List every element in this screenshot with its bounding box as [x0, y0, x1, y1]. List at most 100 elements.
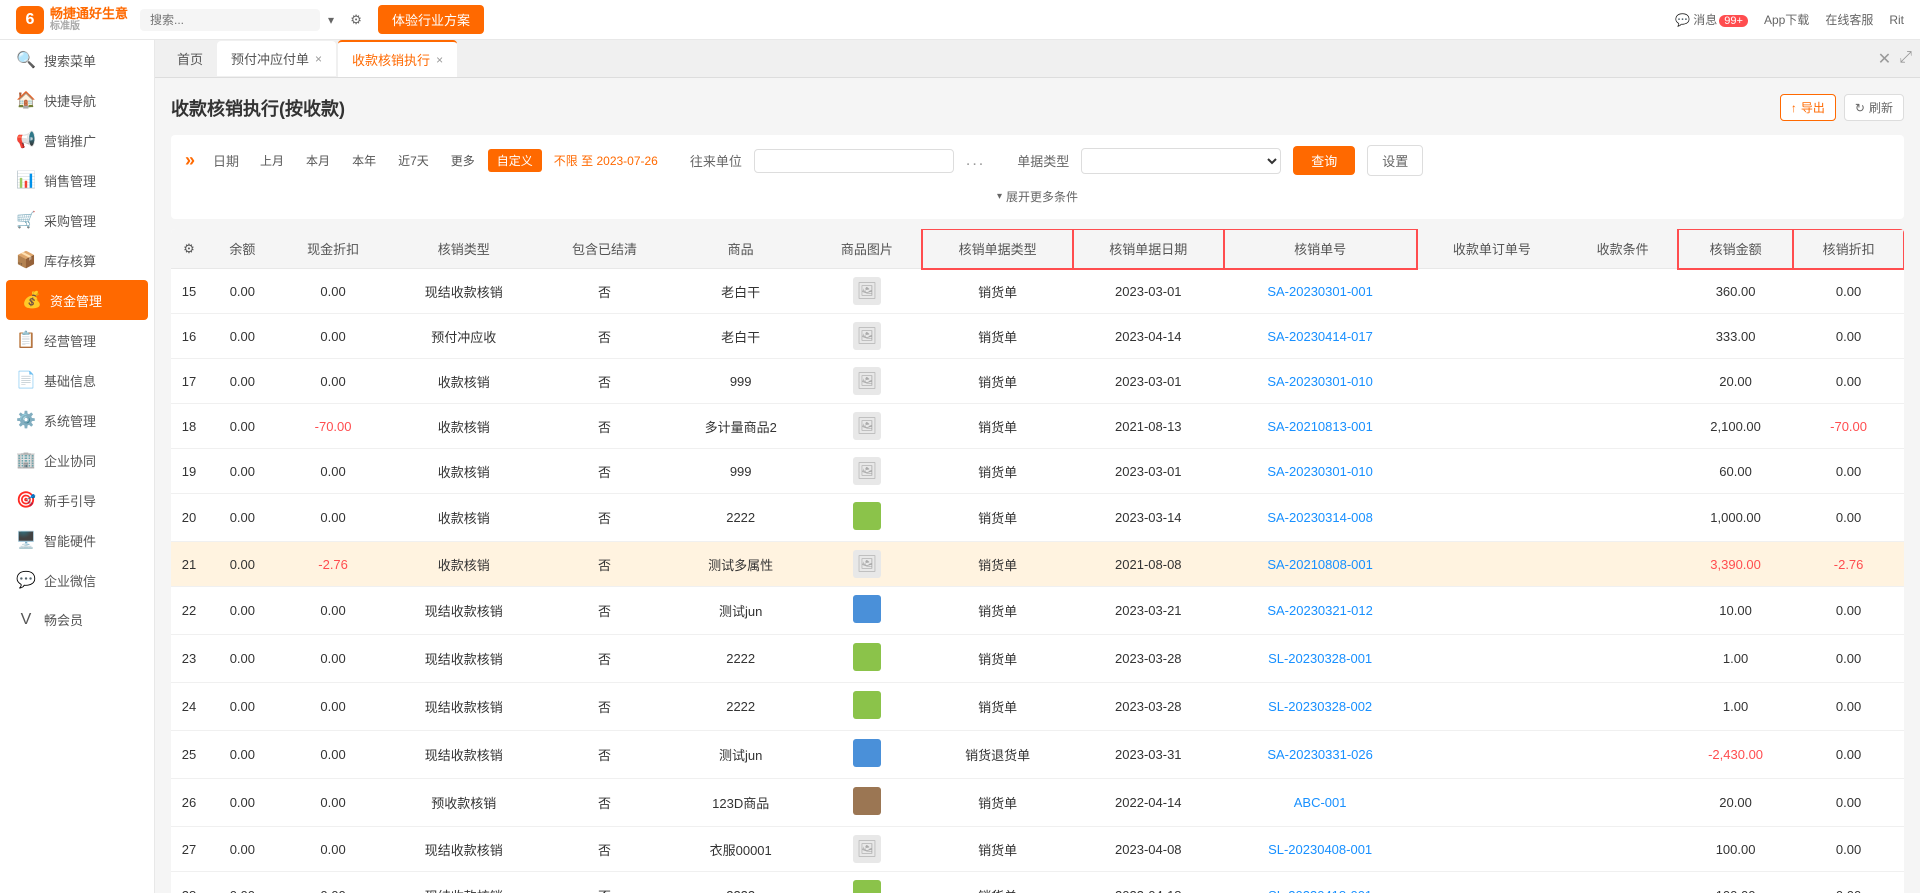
- table-row: 21 0.00 -2.76 收款核销 否 测试多属性 🖼 销货单 2021-08…: [171, 542, 1904, 587]
- setting-button[interactable]: 设置: [1367, 145, 1423, 176]
- sidebar-item-smart-hw[interactable]: 🖥️ 智能硬件: [0, 520, 154, 560]
- cell-doc-type: 销货单: [922, 542, 1073, 587]
- query-button[interactable]: 查询: [1293, 146, 1355, 175]
- cell-goods: 999: [670, 449, 812, 494]
- tab2-close[interactable]: ×: [436, 53, 443, 67]
- cell-discount: 0.00: [1793, 494, 1904, 542]
- sidebar-label-sales: 销售管理: [44, 171, 96, 190]
- sidebar-item-sales[interactable]: 📊 销售管理: [0, 160, 154, 200]
- filter-toggle-arrow[interactable]: »: [185, 150, 195, 171]
- doc-type-select[interactable]: [1081, 148, 1281, 174]
- customer-service[interactable]: 在线客服: [1825, 11, 1873, 28]
- doc-no-link[interactable]: SL-20230328-001: [1268, 651, 1372, 666]
- expand-more[interactable]: ▾ 展开更多条件: [185, 184, 1890, 209]
- sidebar-item-business[interactable]: 📋 经营管理: [0, 320, 154, 360]
- cell-balance: 0.00: [207, 635, 278, 683]
- top-search-input[interactable]: [140, 9, 320, 31]
- doc-no-link[interactable]: SA-20210813-001: [1267, 419, 1373, 434]
- doc-no-link[interactable]: ABC-001: [1294, 795, 1347, 810]
- doc-no-link[interactable]: SA-20230314-008: [1267, 510, 1373, 525]
- cell-discount: 0.00: [1793, 683, 1904, 731]
- cell-balance: 0.00: [207, 731, 278, 779]
- message-icon[interactable]: 💬 消息99+: [1675, 11, 1748, 28]
- sidebar-item-marketing[interactable]: 📢 营销推广: [0, 120, 154, 160]
- cell-doc-no: SA-20230321-012: [1224, 587, 1417, 635]
- cell-doc-type: 销货单: [922, 314, 1073, 359]
- cell-cash-discount: 0.00: [278, 635, 389, 683]
- finance-icon: 💰: [22, 290, 42, 310]
- col-settings[interactable]: ⚙: [171, 229, 207, 269]
- doc-no-link[interactable]: SA-20230301-010: [1267, 464, 1373, 479]
- date-btn-this-year[interactable]: 本年: [343, 149, 385, 172]
- tab-prepay[interactable]: 预付冲应付单 ×: [217, 41, 336, 76]
- sidebar-item-search[interactable]: 🔍 搜索菜单: [0, 40, 154, 80]
- sidebar-item-member[interactable]: V 畅会员: [0, 600, 154, 639]
- tab-verify[interactable]: 收款核销执行 ×: [338, 40, 457, 77]
- main-table: ⚙ 余额 现金折扣 核销类型 包含已结清 商品 商品图片 核销单据类型 核销单据…: [171, 229, 1904, 893]
- tab-home[interactable]: 首页: [163, 41, 217, 76]
- cell-condition: [1567, 542, 1678, 587]
- content-area: 首页 预付冲应付单 × 收款核销执行 × ✕ ⤢ 收款核销执行(按收款) ↑: [155, 40, 1920, 893]
- top-bar-dropdown[interactable]: ▾: [328, 13, 334, 27]
- business-icon: 📋: [16, 330, 36, 350]
- cell-included-settled: 否: [539, 731, 670, 779]
- settings-icon[interactable]: ⚙: [342, 6, 370, 34]
- col-goods-img: 商品图片: [812, 229, 923, 269]
- cell-id: 15: [171, 269, 207, 314]
- date-btn-custom[interactable]: 自定义: [488, 149, 542, 172]
- cell-cash-discount: 0.00: [278, 587, 389, 635]
- sidebar-label-finance: 资金管理: [50, 291, 102, 310]
- cell-discount: 0.00: [1793, 359, 1904, 404]
- from-unit-input[interactable]: [754, 149, 954, 173]
- table-row: 15 0.00 0.00 现结收款核销 否 老白干 🖼 销货单 2023-03-…: [171, 269, 1904, 314]
- cell-goods-img: 🖼: [812, 449, 923, 494]
- export-button[interactable]: ↑ 导出: [1780, 94, 1836, 121]
- col-balance: 余额: [207, 229, 278, 269]
- from-unit-dots[interactable]: ...: [966, 152, 985, 170]
- tab-expand-icon[interactable]: ⤢: [1899, 49, 1912, 69]
- cell-verify-type: 收款核销: [388, 449, 539, 494]
- doc-no-link[interactable]: SA-20230321-012: [1267, 603, 1373, 618]
- tab-close-all-icon[interactable]: ✕: [1878, 49, 1891, 69]
- cell-included-settled: 否: [539, 494, 670, 542]
- date-btn-last-month[interactable]: 上月: [251, 149, 293, 172]
- doc-no-link[interactable]: SL-20230408-001: [1268, 842, 1372, 857]
- cell-doc-date: 2023-03-01: [1073, 269, 1224, 314]
- page-title: 收款核销执行(按收款): [171, 95, 345, 121]
- doc-no-link[interactable]: SL-20230328-002: [1268, 699, 1372, 714]
- sidebar-item-purchase[interactable]: 🛒 采购管理: [0, 200, 154, 240]
- sidebar-item-quick-nav[interactable]: 🏠 快捷导航: [0, 80, 154, 120]
- doc-no-link[interactable]: SA-20230331-026: [1267, 747, 1373, 762]
- sidebar-item-wechat[interactable]: 💬 企业微信: [0, 560, 154, 600]
- sidebar-item-basic-info[interactable]: 📄 基础信息: [0, 360, 154, 400]
- app-download[interactable]: App下载: [1764, 11, 1809, 28]
- cell-doc-date: 2022-04-14: [1073, 779, 1224, 827]
- sidebar-label-business: 经营管理: [44, 331, 96, 350]
- doc-no-link[interactable]: SA-20230301-001: [1267, 284, 1373, 299]
- date-btn-more[interactable]: 更多: [442, 149, 484, 172]
- user-name[interactable]: Rit: [1889, 13, 1904, 27]
- date-btn-7days[interactable]: 近7天: [389, 149, 438, 172]
- cell-goods: 2222: [670, 872, 812, 893]
- industry-btn[interactable]: 体验行业方案: [378, 5, 484, 34]
- cell-goods-img: [812, 587, 923, 635]
- refresh-label: 刷新: [1869, 99, 1893, 116]
- cell-amount: 100.00: [1678, 827, 1793, 872]
- cell-verify-type: 现结收款核销: [388, 872, 539, 893]
- cell-doc-date: 2023-04-14: [1073, 314, 1224, 359]
- dropdown-arrow: ▾: [328, 13, 334, 27]
- sidebar-item-enterprise[interactable]: 🏢 企业协同: [0, 440, 154, 480]
- doc-no-link[interactable]: SA-20210808-001: [1267, 557, 1373, 572]
- refresh-button[interactable]: ↻ 刷新: [1844, 94, 1904, 121]
- sidebar-item-inventory[interactable]: 📦 库存核算: [0, 240, 154, 280]
- cell-id: 17: [171, 359, 207, 404]
- doc-no-link[interactable]: SA-20230301-010: [1267, 374, 1373, 389]
- sidebar-item-system[interactable]: ⚙️ 系统管理: [0, 400, 154, 440]
- doc-no-link[interactable]: SA-20230414-017: [1267, 329, 1373, 344]
- sidebar-item-guide[interactable]: 🎯 新手引导: [0, 480, 154, 520]
- cell-doc-type: 销货单: [922, 779, 1073, 827]
- sidebar-item-finance[interactable]: 💰 资金管理: [6, 280, 148, 320]
- doc-no-link[interactable]: SL-20230418-001: [1268, 888, 1372, 893]
- tab1-close[interactable]: ×: [315, 52, 322, 66]
- date-btn-this-month[interactable]: 本月: [297, 149, 339, 172]
